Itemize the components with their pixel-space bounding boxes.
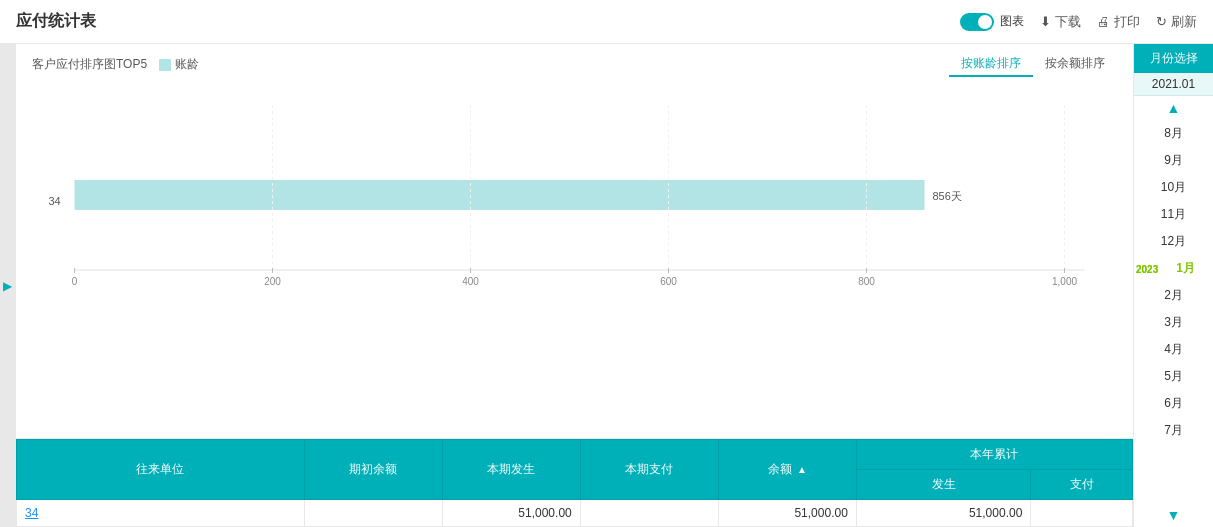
svg-text:600: 600: [660, 276, 677, 287]
month-item[interactable]: 3月: [1134, 309, 1213, 336]
cell-unit[interactable]: 34: [17, 500, 305, 527]
bar-value-label: 856天: [933, 190, 962, 202]
bar-chart-svg: 34 856天 0 200 400 600 800: [32, 85, 1117, 315]
col-balance: 余额 ▲: [718, 440, 856, 500]
legend-label-age: 账龄: [175, 56, 199, 73]
month-item[interactable]: 2月: [1134, 282, 1213, 309]
chart-toggle-label: 图表: [1000, 13, 1024, 30]
table-row: 34 51,000.00 51,000.00 51,000.00: [17, 500, 1133, 527]
month-item[interactable]: 11月: [1134, 201, 1213, 228]
legend-label-top5: 客户应付排序图TOP5: [32, 56, 147, 73]
col-ytd-pay: 支付: [1031, 470, 1133, 500]
month-item[interactable]: 6月: [1134, 390, 1213, 417]
print-icon: 🖨: [1097, 14, 1110, 29]
col-current-occur: 本期发生: [442, 440, 580, 500]
month-item[interactable]: 20231月: [1134, 255, 1213, 282]
col-ytd-occur: 发生: [856, 470, 1030, 500]
col-current-pay: 本期支付: [580, 440, 718, 500]
scroll-up-button[interactable]: ▲: [1134, 96, 1213, 120]
table-body: 34 51,000.00 51,000.00 51,000.00: [17, 500, 1133, 527]
balance-sort-icon[interactable]: ▲: [797, 464, 807, 475]
cell-opening: [304, 500, 442, 527]
data-table: 往来单位 期初余额 本期发生 本期支付 余额 ▲ 本年累计 发生: [16, 439, 1133, 527]
scroll-down-button[interactable]: ▼: [1134, 503, 1213, 527]
month-item[interactable]: 9月: [1134, 147, 1213, 174]
bar-rect: [75, 180, 925, 210]
y-axis-label: 34: [48, 195, 60, 207]
month-item[interactable]: 10月: [1134, 174, 1213, 201]
svg-text:800: 800: [858, 276, 875, 287]
main-area: ▶ 客户应付排序图TOP5 账龄 按账龄排序 按余额排序: [0, 44, 1213, 527]
chart-toggle-wrap: 图表: [960, 13, 1024, 31]
app-container: 应付统计表 图表 ⬇ 下载 🖨 打印 ↻ 刷新 ▶: [0, 0, 1213, 527]
month-item[interactable]: 7月: [1134, 417, 1213, 444]
chart-header: 客户应付排序图TOP5 账龄 按账龄排序 按余额排序: [16, 44, 1133, 85]
col-ytd: 本年累计: [856, 440, 1132, 470]
col-opening: 期初余额: [304, 440, 442, 500]
sidebar-header: 月份选择: [1134, 44, 1213, 73]
cell-ytd-pay: [1031, 500, 1133, 527]
print-button[interactable]: 🖨 打印: [1097, 13, 1140, 31]
header: 应付统计表 图表 ⬇ 下载 🖨 打印 ↻ 刷新: [0, 0, 1213, 44]
download-icon: ⬇: [1040, 14, 1051, 29]
legend-item-top5: 客户应付排序图TOP5: [32, 56, 147, 73]
svg-text:200: 200: [264, 276, 281, 287]
expand-button[interactable]: ▶: [0, 44, 16, 527]
legend-item-age: 账龄: [159, 56, 199, 73]
cell-balance: 51,000.00: [718, 500, 856, 527]
month-item[interactable]: 12月: [1134, 228, 1213, 255]
download-label: 下载: [1055, 13, 1081, 31]
table-header-row-1: 往来单位 期初余额 本期发生 本期支付 余额 ▲ 本年累计: [17, 440, 1133, 470]
cell-ytd-occur: 51,000.00: [856, 500, 1030, 527]
refresh-label: 刷新: [1171, 13, 1197, 31]
svg-text:1,000: 1,000: [1052, 276, 1077, 287]
header-actions: 图表 ⬇ 下载 🖨 打印 ↻ 刷新: [960, 13, 1197, 31]
month-item[interactable]: 8月: [1134, 120, 1213, 147]
chart-sort-buttons: 按账龄排序 按余额排序: [949, 52, 1117, 77]
sidebar-year[interactable]: 2021.01: [1134, 73, 1213, 96]
table-area: 往来单位 期初余额 本期发生 本期支付 余额 ▲ 本年累计 发生: [16, 438, 1133, 527]
month-sidebar: 月份选择 2021.01 ▲ 8月9月10月11月12月20231月2月3月4月…: [1133, 44, 1213, 527]
toggle-knob: [978, 15, 992, 29]
cell-current-occur: 51,000.00: [442, 500, 580, 527]
chart-area: 34 856天 0 200 400 600 800: [16, 85, 1133, 438]
month-list: 8月9月10月11月12月20231月2月3月4月5月6月7月: [1134, 120, 1213, 503]
chart-toggle[interactable]: [960, 13, 994, 31]
download-button[interactable]: ⬇ 下载: [1040, 13, 1081, 31]
print-label: 打印: [1114, 13, 1140, 31]
month-item[interactable]: 4月: [1134, 336, 1213, 363]
cell-current-pay: [580, 500, 718, 527]
chart-section: 客户应付排序图TOP5 账龄 按账龄排序 按余额排序 34: [16, 44, 1133, 527]
refresh-button[interactable]: ↻ 刷新: [1156, 13, 1197, 31]
legend-dot-age: [159, 59, 171, 71]
svg-text:400: 400: [462, 276, 479, 287]
refresh-icon: ↻: [1156, 14, 1167, 29]
col-unit: 往来单位: [17, 440, 305, 500]
chart-legend: 客户应付排序图TOP5 账龄: [32, 56, 199, 73]
svg-text:0: 0: [72, 276, 78, 287]
page-title: 应付统计表: [16, 11, 96, 32]
sort-by-balance-button[interactable]: 按账龄排序: [949, 52, 1033, 77]
month-item[interactable]: 5月: [1134, 363, 1213, 390]
sort-by-amount-button[interactable]: 按余额排序: [1033, 52, 1117, 77]
